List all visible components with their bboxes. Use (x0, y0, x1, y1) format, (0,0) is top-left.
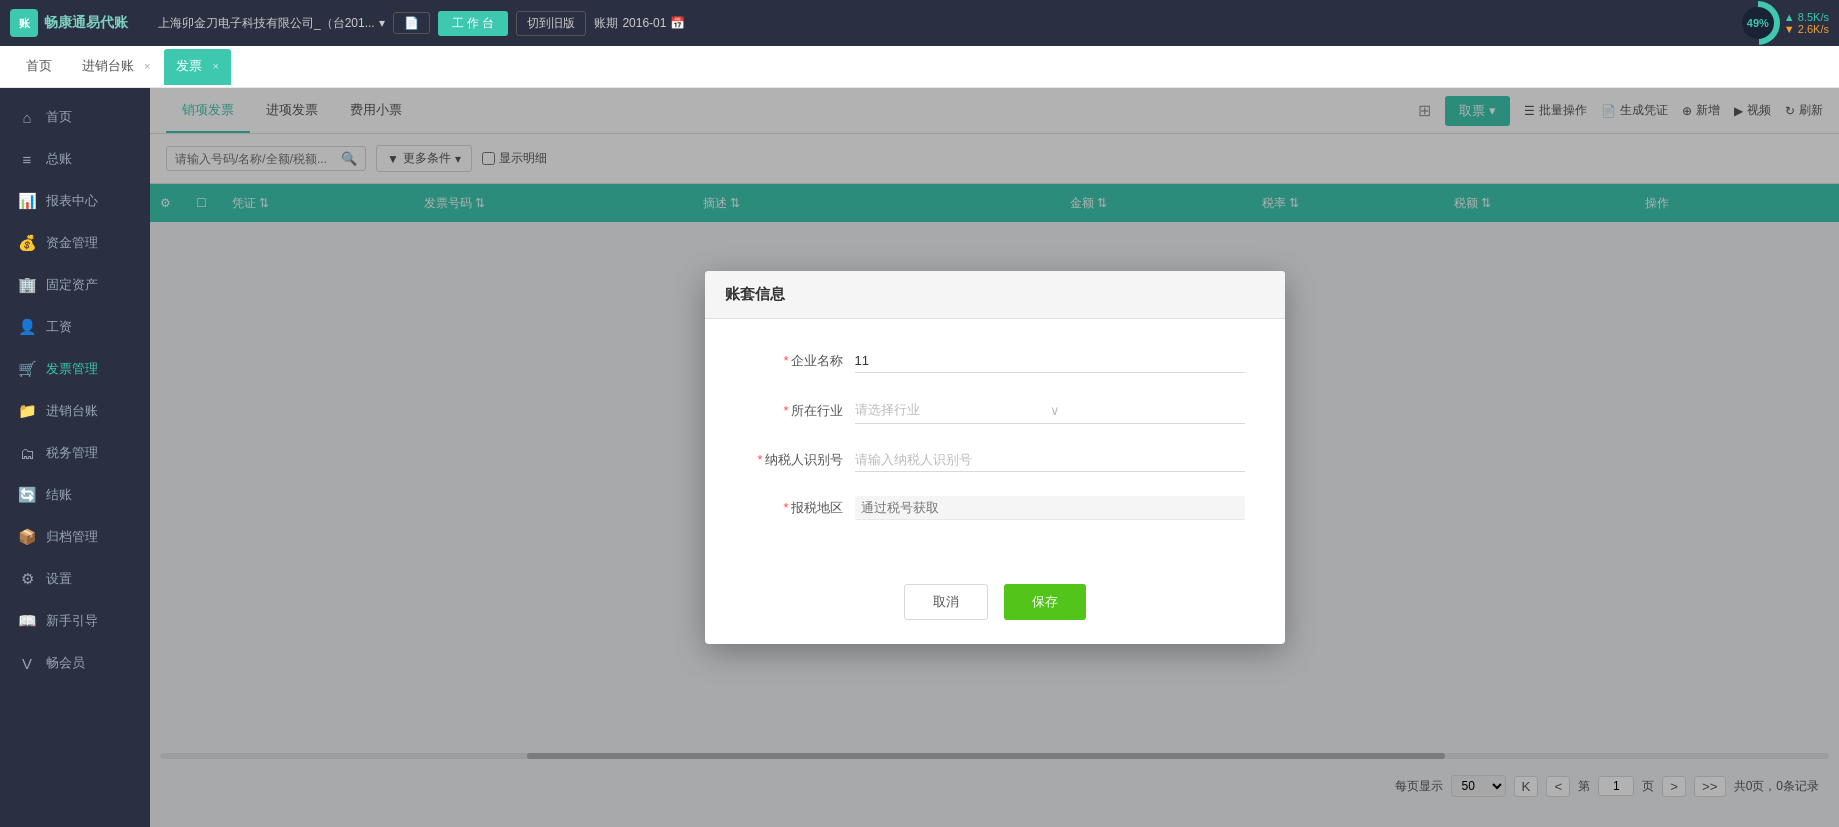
required-star: * (783, 353, 788, 368)
sidebar-item-finance[interactable]: 💰 资金管理 (0, 222, 150, 264)
sidebar-item-archive[interactable]: 📦 归档管理 (0, 516, 150, 558)
tax-id-input[interactable] (855, 448, 1245, 472)
sidebar-item-member[interactable]: V 畅会员 (0, 642, 150, 684)
switch-old-button[interactable]: 切到旧版 (516, 11, 586, 36)
required-star: * (757, 452, 762, 467)
app-name: 畅康通易代账 (44, 14, 128, 32)
ledger-icon: ≡ (18, 151, 36, 168)
sidebar-item-ledger-main[interactable]: ≡ 总账 (0, 138, 150, 180)
modal-footer: 取消 保存 (705, 568, 1285, 644)
sidebar: ⌂ 首页 ≡ 总账 📊 报表中心 💰 资金管理 🏢 固定资产 👤 工资 🛒 发票… (0, 88, 150, 827)
industry-select[interactable]: 请选择行业 ∨ (855, 397, 1245, 424)
workbench-button[interactable]: 工 作 台 (438, 11, 509, 36)
sidebar-item-invoice[interactable]: 🛒 发票管理 (0, 348, 150, 390)
sidebar-item-salary[interactable]: 👤 工资 (0, 306, 150, 348)
period-value: 2016-01 (622, 16, 666, 30)
cancel-button[interactable]: 取消 (904, 584, 988, 620)
sidebar-item-reports[interactable]: 📊 报表中心 (0, 180, 150, 222)
sidebar-item-label: 畅会员 (46, 654, 85, 672)
select-arrow-icon: ∨ (1050, 403, 1245, 418)
sidebar-item-label: 税务管理 (46, 444, 98, 462)
sidebar-item-label: 总账 (46, 150, 72, 168)
tab-ledger[interactable]: 进销台账 × (70, 49, 162, 85)
sidebar-item-label: 报表中心 (46, 192, 98, 210)
sidebar-item-label: 新手引导 (46, 612, 98, 630)
tab-home[interactable]: 首页 (10, 49, 68, 85)
nav-tabs: 首页 进销台账 × 发票 × (0, 46, 1839, 88)
assets-icon: 🏢 (18, 276, 36, 294)
content-area: 销项发票 进项发票 费用小票 ⊞ 取票 ▾ ☰ 批量操 (150, 88, 1839, 827)
speed-values: ▲ 8.5K/s ▼ 2.6K/s (1784, 11, 1829, 35)
tab-ledger-label: 进销台账 (82, 57, 134, 75)
period-label: 账期 (594, 15, 618, 32)
tab-invoice[interactable]: 发票 × (164, 49, 230, 85)
sidebar-item-label: 固定资产 (46, 276, 98, 294)
sidebar-item-label: 资金管理 (46, 234, 98, 252)
main-layout: ⌂ 首页 ≡ 总账 📊 报表中心 💰 资金管理 🏢 固定资产 👤 工资 🛒 发票… (0, 88, 1839, 827)
form-row-industry: *所在行业 请选择行业 ∨ (745, 397, 1245, 424)
reports-icon: 📊 (18, 192, 36, 210)
save-button[interactable]: 保存 (1004, 584, 1086, 620)
tab-invoice-label: 发票 (176, 57, 202, 75)
sidebar-item-label: 首页 (46, 108, 72, 126)
download-speed: ▼ 2.6K/s (1784, 23, 1829, 35)
sidebar-item-home[interactable]: ⌂ 首页 (0, 96, 150, 138)
sidebar-item-label: 设置 (46, 570, 72, 588)
modal-title: 账套信息 (705, 271, 1285, 319)
label-tax-region: *报税地区 (745, 499, 855, 517)
topbar: 账 畅康通易代账 上海卯金刀电子科技有限公司_（台201... ▾ 📄 工 作 … (0, 0, 1839, 46)
logo-icon: 账 (10, 9, 38, 37)
settings-icon: ⚙ (18, 570, 36, 588)
sales-ledger-icon: 📁 (18, 402, 36, 420)
sidebar-item-tax[interactable]: 🗂 税务管理 (0, 432, 150, 474)
calendar-icon[interactable]: 📅 (670, 16, 685, 30)
upload-speed: ▲ 8.5K/s (1784, 11, 1829, 23)
archive-icon: 📦 (18, 528, 36, 546)
form-row-enterprise: *企业名称 (745, 349, 1245, 373)
finance-icon: 💰 (18, 234, 36, 252)
industry-placeholder: 请选择行业 (855, 401, 1050, 419)
sidebar-item-close-account[interactable]: 🔄 结账 (0, 474, 150, 516)
period-display: 账期 2016-01 📅 (594, 15, 685, 32)
invoice-icon: 🛒 (18, 360, 36, 378)
required-star: * (783, 500, 788, 515)
label-enterprise: *企业名称 (745, 352, 855, 370)
label-tax-id: *纳税人识别号 (745, 451, 855, 469)
sidebar-item-assets[interactable]: 🏢 固定资产 (0, 264, 150, 306)
app-logo: 账 畅康通易代账 (10, 9, 150, 37)
speed-circle: 49% (1736, 1, 1780, 45)
tab-ledger-close[interactable]: × (144, 60, 150, 72)
required-star: * (783, 403, 788, 418)
copy-button[interactable]: 📄 (393, 12, 430, 34)
salary-icon: 👤 (18, 318, 36, 336)
sidebar-item-label: 发票管理 (46, 360, 98, 378)
modal-overlay: 账套信息 *企业名称 *所在行业 (150, 88, 1839, 827)
sidebar-item-guide[interactable]: 📖 新手引导 (0, 600, 150, 642)
company-dropdown-arrow: ▾ (379, 16, 385, 30)
enterprise-name-input[interactable] (855, 349, 1245, 373)
sidebar-item-sales-ledger[interactable]: 📁 进销台账 (0, 390, 150, 432)
tax-icon: 🗂 (18, 445, 36, 462)
close-account-icon: 🔄 (18, 486, 36, 504)
label-industry: *所在行业 (745, 402, 855, 420)
sidebar-item-label: 工资 (46, 318, 72, 336)
sidebar-item-settings[interactable]: ⚙ 设置 (0, 558, 150, 600)
sidebar-item-label: 进销台账 (46, 402, 98, 420)
company-name: 上海卯金刀电子科技有限公司_（台201... (158, 15, 375, 32)
speed-percent: 49% (1742, 7, 1774, 39)
sidebar-item-label: 归档管理 (46, 528, 98, 546)
sidebar-item-label: 结账 (46, 486, 72, 504)
account-info-modal: 账套信息 *企业名称 *所在行业 (705, 271, 1285, 644)
home-icon: ⌂ (18, 109, 36, 126)
member-icon: V (18, 655, 36, 672)
form-row-tax-id: *纳税人识别号 (745, 448, 1245, 472)
modal-body: *企业名称 *所在行业 请选择行业 ∨ (705, 319, 1285, 568)
form-row-tax-region: *报税地区 (745, 496, 1245, 520)
tax-region-input (855, 496, 1245, 520)
tab-invoice-close[interactable]: × (212, 60, 218, 72)
guide-icon: 📖 (18, 612, 36, 630)
network-speed: 49% ▲ 8.5K/s ▼ 2.6K/s (1736, 1, 1829, 45)
company-selector[interactable]: 上海卯金刀电子科技有限公司_（台201... ▾ (158, 15, 385, 32)
